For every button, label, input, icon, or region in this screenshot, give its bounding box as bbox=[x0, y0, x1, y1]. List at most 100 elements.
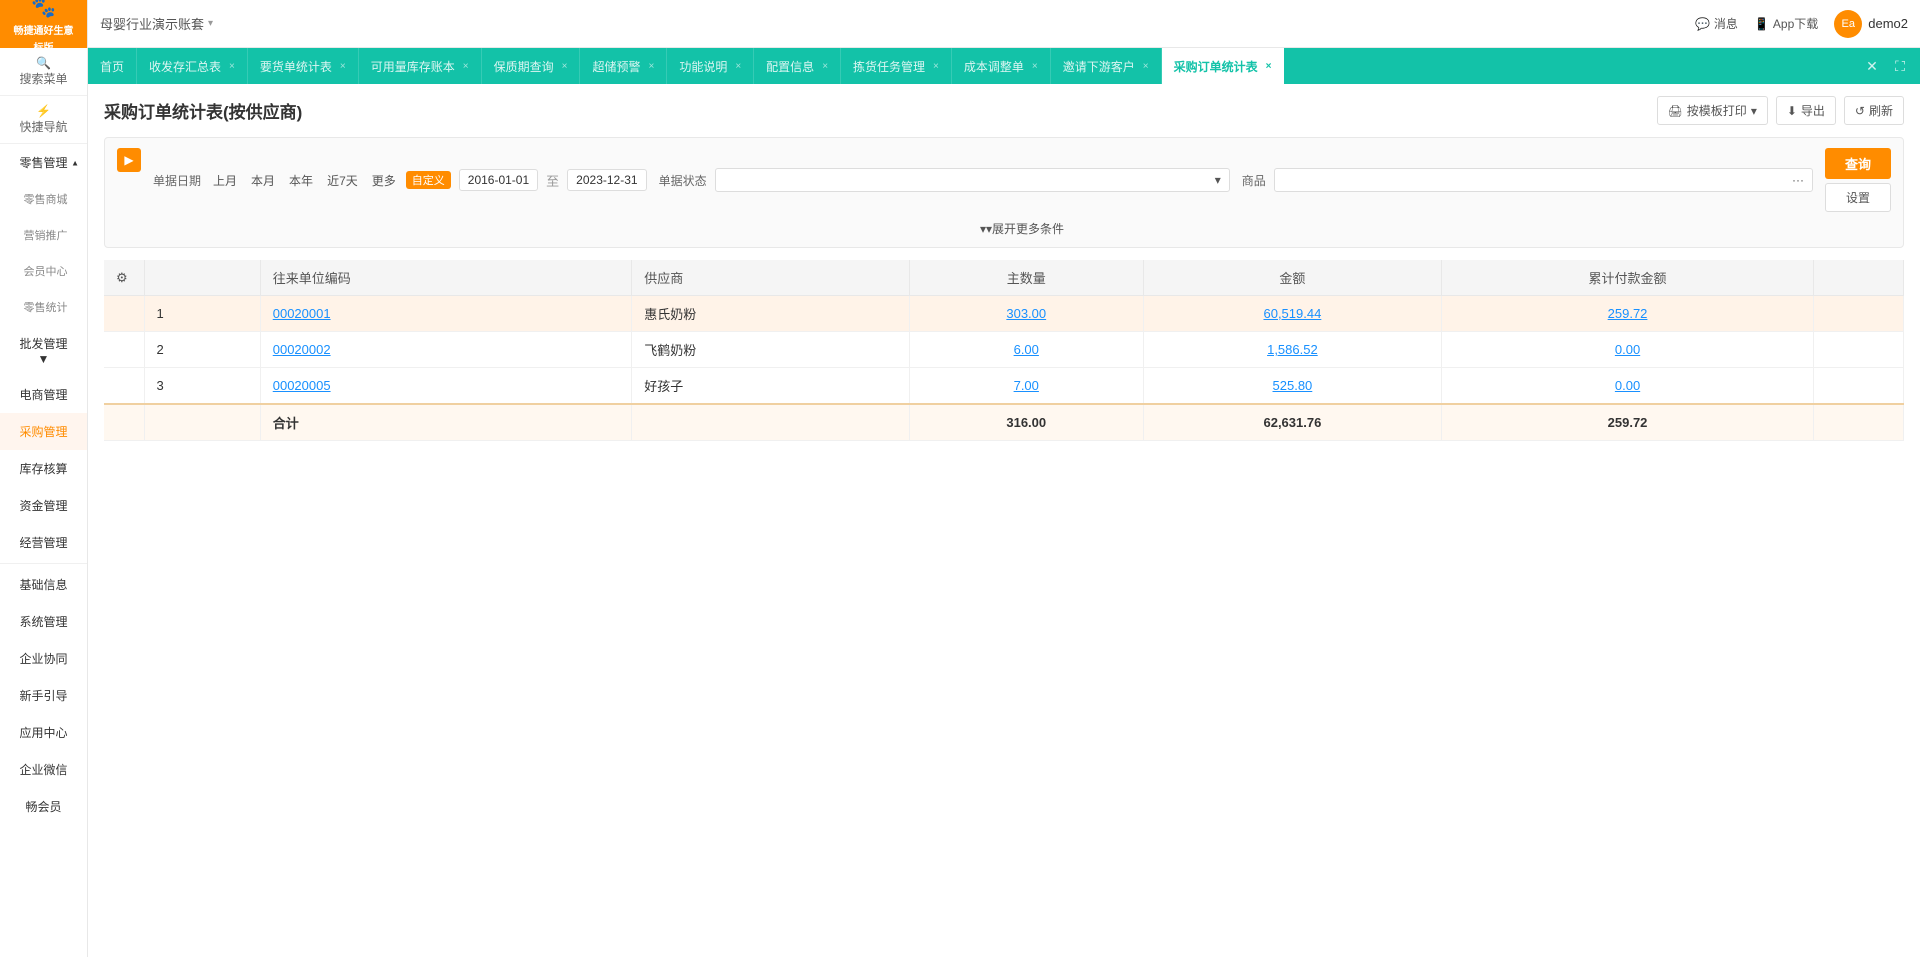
sidebar-item-vip[interactable]: 畅会员 bbox=[0, 788, 87, 825]
sidebar-item-purchase[interactable]: 采购管理 bbox=[0, 413, 87, 450]
row-main-qty[interactable]: 303.00 bbox=[909, 296, 1143, 332]
date-to-value[interactable]: 2023-12-31 bbox=[567, 169, 646, 191]
expand-icon: ▾▾ bbox=[980, 222, 992, 236]
tab-close-icon[interactable]: × bbox=[933, 61, 939, 72]
tab-available-stock[interactable]: 可用量库存账本 × bbox=[359, 48, 482, 84]
shortcut-this-month[interactable]: 本月 bbox=[247, 171, 279, 190]
tab-overstock-warning[interactable]: 超储预警 × bbox=[580, 48, 667, 84]
page-actions: 🖨 按模板打印 ▾ ⬇ 导出 ↺ 刷新 bbox=[1657, 96, 1904, 125]
tab-expiry-query[interactable]: 保质期查询 × bbox=[482, 48, 581, 84]
table-header-row: ⚙ 往来单位编码 供应商 主数量 金额 累计付款金额 bbox=[104, 260, 1904, 296]
row-paid-amount[interactable]: 259.72 bbox=[1442, 296, 1814, 332]
sidebar-item-retail-stats[interactable]: 零售统计 bbox=[0, 289, 87, 325]
row-main-qty[interactable]: 7.00 bbox=[909, 368, 1143, 405]
tab-pick-task[interactable]: 拣货任务管理 × bbox=[841, 48, 952, 84]
settings-btn[interactable]: 设置 bbox=[1825, 183, 1891, 212]
row-amount[interactable]: 525.80 bbox=[1143, 368, 1442, 405]
footer-extra bbox=[1813, 404, 1903, 441]
tab-close-all-btn[interactable]: ✕ bbox=[1860, 54, 1884, 78]
sidebar-item-enterprise[interactable]: 企业协同 bbox=[0, 640, 87, 677]
row-amount[interactable]: 60,519.44 bbox=[1143, 296, 1442, 332]
sidebar-item-guide[interactable]: 新手引导 bbox=[0, 677, 87, 714]
tab-close-icon[interactable]: × bbox=[562, 61, 568, 72]
footer-paid-amount: 259.72 bbox=[1442, 404, 1814, 441]
row-supplier-code[interactable]: 00020001 bbox=[260, 296, 632, 332]
filter-toggle-btn[interactable]: ▶ bbox=[117, 148, 141, 172]
app-download-label: App下载 bbox=[1773, 15, 1818, 32]
export-btn[interactable]: ⬇ 导出 bbox=[1776, 96, 1836, 125]
query-btn[interactable]: 查询 bbox=[1825, 148, 1891, 179]
table-row[interactable]: 2 00020002 飞鹤奶粉 6.00 1,586.52 0.00 bbox=[104, 332, 1904, 368]
shortcut-this-year[interactable]: 本年 bbox=[285, 171, 317, 190]
col-settings[interactable]: ⚙ bbox=[104, 260, 144, 296]
sidebar-search[interactable]: 🔍 搜索菜单 bbox=[0, 48, 87, 96]
tab-close-icon[interactable]: × bbox=[229, 61, 235, 72]
export-label: 导出 bbox=[1801, 102, 1825, 119]
sidebar-item-wechat[interactable]: 企业微信 bbox=[0, 751, 87, 788]
tab-purchase-stats[interactable]: 采购订单统计表 × bbox=[1162, 48, 1285, 84]
tab-config-info[interactable]: 配置信息 × bbox=[754, 48, 841, 84]
tab-home[interactable]: 首页 bbox=[88, 48, 137, 84]
tab-function-desc[interactable]: 功能说明 × bbox=[667, 48, 754, 84]
tab-close-icon[interactable]: × bbox=[463, 61, 469, 72]
query-settings-area: 查询 设置 bbox=[1825, 148, 1891, 212]
sidebar-item-label: 批发管理 bbox=[19, 335, 67, 352]
expand-row[interactable]: ▾▾ 展开更多条件 bbox=[153, 220, 1891, 237]
tab-close-icon[interactable]: × bbox=[1266, 61, 1272, 72]
date-from-value[interactable]: 2016-01-01 bbox=[459, 169, 538, 191]
sidebar-item-app-center[interactable]: 应用中心 bbox=[0, 714, 87, 751]
sidebar-item-member[interactable]: 会员中心 bbox=[0, 253, 87, 289]
row-paid-amount[interactable]: 0.00 bbox=[1442, 332, 1814, 368]
row-settings bbox=[104, 296, 144, 332]
workspace-name: 母婴行业演示账套 bbox=[100, 14, 204, 33]
shortcut-more[interactable]: 更多 bbox=[368, 171, 400, 190]
sidebar-item-wholesale[interactable]: 批发管理 bbox=[0, 325, 87, 376]
status-select[interactable]: ▾ bbox=[715, 168, 1230, 192]
table-row[interactable]: 3 00020005 好孩子 7.00 525.80 0.00 bbox=[104, 368, 1904, 405]
custom-tag[interactable]: 自定义 bbox=[406, 171, 451, 189]
tab-close-icon[interactable]: × bbox=[1143, 61, 1149, 72]
expand-label: 展开更多条件 bbox=[992, 220, 1064, 237]
sidebar-item-system[interactable]: 系统管理 bbox=[0, 603, 87, 640]
refresh-btn[interactable]: ↺ 刷新 bbox=[1844, 96, 1904, 125]
user-area[interactable]: Ea demo2 bbox=[1834, 10, 1908, 38]
sidebar-item-retail[interactable]: 零售管理 bbox=[0, 144, 87, 181]
row-supplier-code[interactable]: 00020005 bbox=[260, 368, 632, 405]
tab-label: 拣货任务管理 bbox=[853, 58, 925, 75]
sidebar-item-basic[interactable]: 基础信息 bbox=[0, 566, 87, 603]
workspace-selector[interactable]: 母婴行业演示账套 ▾ bbox=[100, 14, 213, 33]
table-settings-icon[interactable]: ⚙ bbox=[116, 270, 128, 285]
goods-input[interactable]: ··· bbox=[1274, 168, 1813, 192]
app-download-btn[interactable]: 📱 App下载 bbox=[1754, 15, 1818, 32]
sidebar-item-ecommerce[interactable]: 电商管理 bbox=[0, 376, 87, 413]
print-btn[interactable]: 🖨 按模板打印 ▾ bbox=[1657, 96, 1768, 125]
shortcut-7days[interactable]: 近7天 bbox=[323, 171, 362, 190]
sidebar-quick-nav[interactable]: ⚡ 快捷导航 bbox=[0, 96, 87, 144]
sidebar-item-retail-mall[interactable]: 零售商城 bbox=[0, 181, 87, 217]
sidebar-item-operation[interactable]: 经营管理 bbox=[0, 524, 87, 561]
sidebar-item-marketing[interactable]: 营销推广 bbox=[0, 217, 87, 253]
row-main-qty[interactable]: 6.00 bbox=[909, 332, 1143, 368]
tab-close-icon[interactable]: × bbox=[340, 61, 346, 72]
status-filter: 单据状态 ▾ bbox=[659, 168, 1230, 192]
message-btn[interactable]: 💬 消息 bbox=[1695, 15, 1738, 32]
tab-close-icon[interactable]: × bbox=[648, 61, 654, 72]
tab-fullscreen-btn[interactable]: ⛶ bbox=[1888, 54, 1912, 78]
tab-close-icon[interactable]: × bbox=[735, 61, 741, 72]
tab-close-icon[interactable]: × bbox=[822, 61, 828, 72]
tab-cost-adjust[interactable]: 成本调整单 × bbox=[952, 48, 1051, 84]
sidebar-divider bbox=[0, 563, 87, 564]
tab-demand-stats[interactable]: 要货单统计表 × bbox=[248, 48, 359, 84]
table-row[interactable]: 1 00020001 惠氏奶粉 303.00 60,519.44 259.72 bbox=[104, 296, 1904, 332]
row-amount[interactable]: 1,586.52 bbox=[1143, 332, 1442, 368]
tab-receive-send[interactable]: 收发存汇总表 × bbox=[137, 48, 248, 84]
sidebar-item-finance[interactable]: 资金管理 bbox=[0, 487, 87, 524]
row-paid-amount[interactable]: 0.00 bbox=[1442, 368, 1814, 405]
sidebar-item-inventory[interactable]: 库存核算 bbox=[0, 450, 87, 487]
tab-invite-downstream[interactable]: 邀请下游客户 × bbox=[1051, 48, 1162, 84]
shortcut-last-month[interactable]: 上月 bbox=[209, 171, 241, 190]
tab-label: 功能说明 bbox=[679, 58, 727, 75]
tab-close-icon[interactable]: × bbox=[1032, 61, 1038, 72]
goods-more-icon[interactable]: ··· bbox=[1792, 173, 1804, 187]
row-supplier-code[interactable]: 00020002 bbox=[260, 332, 632, 368]
